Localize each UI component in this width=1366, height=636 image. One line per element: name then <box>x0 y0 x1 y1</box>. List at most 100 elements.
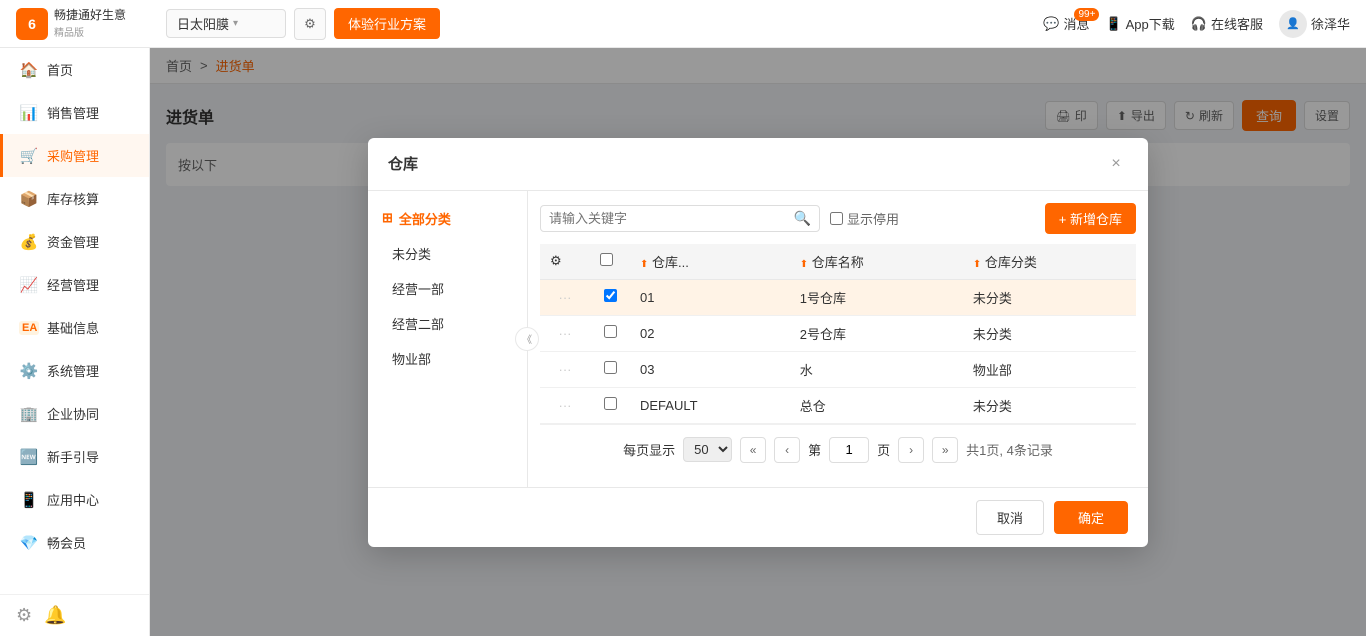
warehouse-modal: 仓库 × ⊞ 全部分类 未分类 经营一 <box>368 138 1148 547</box>
message-icon: 💬 <box>1043 16 1059 32</box>
page-last-btn[interactable]: » <box>932 437 958 463</box>
category-item-uncategorized[interactable]: 未分类 <box>368 236 527 271</box>
modal-title: 仓库 <box>388 153 418 174</box>
table-row[interactable]: ··· DEFAULT 总仓 未分类 <box>540 387 1136 423</box>
category-all[interactable]: ⊞ 全部分类 <box>368 201 527 236</box>
page-label: 第 <box>808 440 821 459</box>
search-input[interactable] <box>549 211 794 226</box>
inventory-icon: 📦 <box>19 190 39 208</box>
row-check-cell <box>590 387 630 423</box>
online-service-label: 在线客服 <box>1211 14 1263 33</box>
sidebar-item-home[interactable]: 🏠 首页 <box>0 48 149 91</box>
row-code: 03 <box>630 351 790 387</box>
row-name: 水 <box>790 351 963 387</box>
settings-button[interactable]: ⚙ <box>294 8 326 40</box>
app-icon: 📱 <box>1105 16 1121 32</box>
category-item-property[interactable]: 物业部 <box>368 341 527 376</box>
th-name: ⬆ 仓库名称 <box>790 244 963 280</box>
sidebar-label-finance: 资金管理 <box>47 232 99 251</box>
category-panel: ⊞ 全部分类 未分类 经营一部 经营二部 物业部 <box>368 191 528 487</box>
sidebar-label-enterprise: 企业协同 <box>47 404 99 423</box>
row-category: 未分类 <box>963 387 1136 423</box>
per-page-select[interactable]: 50 <box>683 437 732 462</box>
add-warehouse-button[interactable]: + 新增仓库 <box>1045 203 1136 234</box>
sales-icon: 📊 <box>19 104 39 122</box>
app-download-action[interactable]: 📱 App下载 <box>1105 14 1174 33</box>
modal-overlay: 仓库 × ⊞ 全部分类 未分类 经营一 <box>150 48 1366 636</box>
sidebar-item-system[interactable]: ⚙️ 系统管理 <box>0 349 149 392</box>
volume-icon[interactable]: 🔔 <box>44 605 66 626</box>
warehouse-table: ⚙ ⬆ 仓库... <box>540 244 1136 424</box>
row-category: 未分类 <box>963 315 1136 351</box>
confirm-button[interactable]: 确定 <box>1054 501 1128 534</box>
table-row[interactable]: ··· 02 2号仓库 未分类 <box>540 315 1136 351</box>
sidebar-label-system: 系统管理 <box>47 361 99 380</box>
page-suffix: 页 <box>877 440 890 459</box>
row-code: 02 <box>630 315 790 351</box>
sidebar-label-purchase: 采购管理 <box>47 146 99 165</box>
sidebar-item-inventory[interactable]: 📦 库存核算 <box>0 177 149 220</box>
page-total-info: 共1页, 4条记录 <box>966 440 1053 459</box>
purchase-icon: 🛒 <box>19 147 39 165</box>
page-input[interactable] <box>829 437 869 463</box>
row-checkbox[interactable] <box>604 397 617 410</box>
sort-icon-code: ⬆ <box>640 259 648 270</box>
row-checkbox[interactable] <box>604 289 617 302</box>
modal-close-button[interactable]: × <box>1104 152 1128 176</box>
table-header: ⚙ ⬆ 仓库... <box>540 244 1136 280</box>
sidebar-item-finance[interactable]: 💰 资金管理 <box>0 220 149 263</box>
page-next-btn[interactable]: › <box>898 437 924 463</box>
row-actions-cell: ··· <box>540 351 590 387</box>
notifications-action[interactable]: 💬 消息 99+ <box>1043 14 1089 33</box>
header-right: 💬 消息 99+ 📱 App下载 🎧 在线客服 👤 徐泽华 <box>1043 10 1350 38</box>
enterprise-icon: 🏢 <box>19 405 39 423</box>
sidebar-label-operations: 经营管理 <box>47 275 99 294</box>
sidebar-item-enterprise[interactable]: 🏢 企业协同 <box>0 392 149 435</box>
modal-header: 仓库 × <box>368 138 1148 191</box>
sidebar-label-inventory: 库存核算 <box>47 189 99 208</box>
sidebar-item-guide[interactable]: 🆕 新手引导 <box>0 435 149 478</box>
grid-icon: ⊞ <box>382 210 393 226</box>
store-selector[interactable]: 日太阳膜 ▾ <box>166 9 286 38</box>
per-page-label: 每页显示 <box>623 440 675 459</box>
th-code: ⬆ 仓库... <box>630 244 790 280</box>
table-row[interactable]: ··· 01 1号仓库 未分类 <box>540 279 1136 315</box>
online-service-action[interactable]: 🎧 在线客服 <box>1191 14 1263 33</box>
sidebar-item-apps[interactable]: 📱 应用中心 <box>0 478 149 521</box>
page-prev-btn[interactable]: ‹ <box>774 437 800 463</box>
show-disabled-checkbox[interactable] <box>830 212 843 225</box>
page-first-btn[interactable]: « <box>740 437 766 463</box>
row-name: 1号仓库 <box>790 279 963 315</box>
row-check-cell <box>590 279 630 315</box>
sidebar-item-operations[interactable]: 📈 经营管理 <box>0 263 149 306</box>
username: 徐泽华 <box>1311 14 1350 33</box>
search-icon[interactable]: 🔍 <box>794 210 811 227</box>
sidebar-item-sales[interactable]: 📊 销售管理 <box>0 91 149 134</box>
logo-area: 6 畅捷通好生意 精品版 <box>16 8 166 40</box>
row-code: DEFAULT <box>630 387 790 423</box>
collapse-panel-button[interactable]: 《 <box>515 327 539 351</box>
sidebar-item-purchase[interactable]: 🛒 采购管理 <box>0 134 149 177</box>
row-actions-cell: ··· <box>540 279 590 315</box>
select-all-checkbox[interactable] <box>600 253 613 266</box>
sidebar-item-basic[interactable]: EA 基础信息 <box>0 306 149 349</box>
sidebar-label-basic: 基础信息 <box>47 318 99 337</box>
table-panel: 🔍 显示停用 + 新增仓库 <box>528 191 1148 487</box>
row-checkbox[interactable] <box>604 361 617 374</box>
table-row[interactable]: ··· 03 水 物业部 <box>540 351 1136 387</box>
modal-footer: 取消 确定 <box>368 487 1148 547</box>
sidebar-item-member[interactable]: 💎 畅会员 <box>0 521 149 564</box>
row-check-cell <box>590 351 630 387</box>
settings-bottom-icon[interactable]: ⚙ <box>16 605 32 626</box>
category-item-ops1[interactable]: 经营一部 <box>368 271 527 306</box>
table-toolbar: 🔍 显示停用 + 新增仓库 <box>540 203 1136 234</box>
avatar: 👤 <box>1279 10 1307 38</box>
cancel-button[interactable]: 取消 <box>976 500 1044 535</box>
finance-icon: 💰 <box>19 233 39 251</box>
trial-button[interactable]: 体验行业方案 <box>334 8 440 39</box>
category-item-ops2[interactable]: 经营二部 <box>368 306 527 341</box>
user-profile[interactable]: 👤 徐泽华 <box>1279 10 1350 38</box>
row-checkbox[interactable] <box>604 325 617 338</box>
header-middle: 日太阳膜 ▾ ⚙ 体验行业方案 <box>166 8 1043 40</box>
guide-icon: 🆕 <box>19 448 39 466</box>
